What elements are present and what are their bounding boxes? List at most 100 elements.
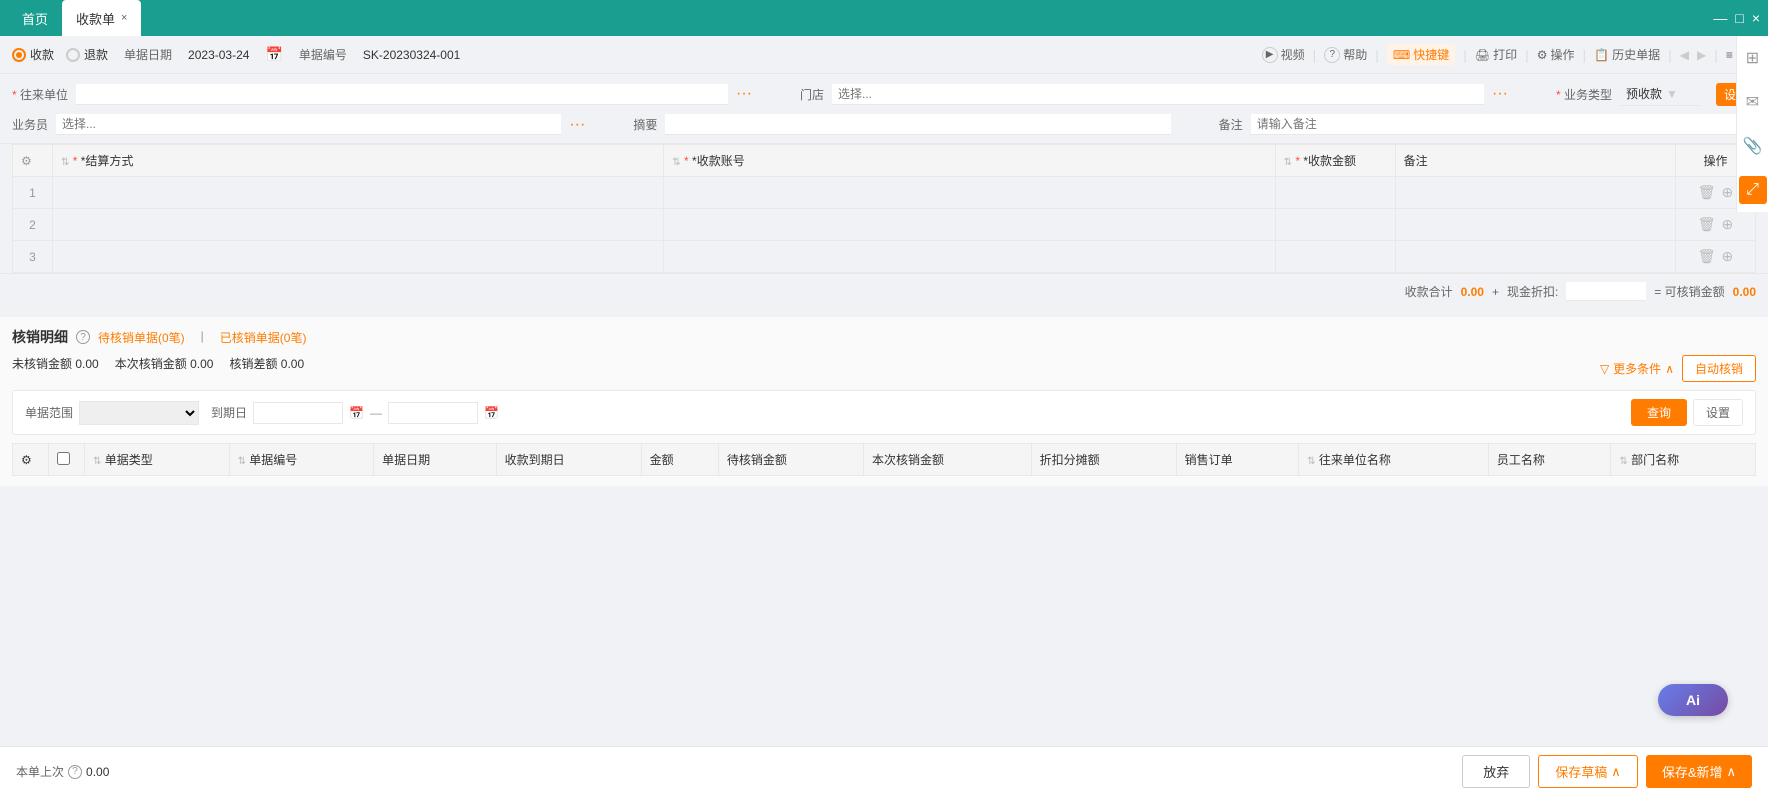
store-dots[interactable]: ··· <box>1492 86 1508 102</box>
more-conditions-btn[interactable]: ▽ 更多条件 ∧ <box>1600 360 1674 377</box>
save-new-btn[interactable]: 保存&新增 ∧ <box>1646 755 1752 788</box>
close-icon[interactable]: × <box>1752 10 1760 26</box>
operation-icon: ⚙ <box>1537 48 1548 62</box>
number-value: SK-20230324-001 <box>363 48 460 62</box>
vth-settings[interactable]: ⚙ <box>13 444 49 476</box>
due-date-field: 到期日 2022-04-01 📅 — 2022-04-12 📅 <box>211 402 499 424</box>
cell-remark-2[interactable] <box>1395 209 1675 241</box>
bottom-actions: 放弃 保存草稿 ∧ 保存&新增 ∧ <box>1462 755 1752 788</box>
staff-dots[interactable]: ··· <box>569 117 585 133</box>
radio-receipt[interactable]: 收款 <box>12 46 54 63</box>
save-draft-arrow[interactable]: ∧ <box>1611 764 1621 780</box>
th-amount: ⇅ * *收款金额 <box>1275 145 1395 177</box>
operation-btn[interactable]: ⚙ 操作 <box>1537 46 1575 63</box>
radio-refund[interactable]: 退款 <box>66 46 108 63</box>
save-draft-btn[interactable]: 保存草稿 ∧ <box>1538 755 1638 788</box>
date-to-input[interactable]: 2022-04-12 <box>388 402 478 424</box>
nav-right-icon[interactable]: ▶ <box>1697 48 1706 62</box>
tab-close-icon[interactable]: × <box>121 12 127 24</box>
cell-settlement-2[interactable] <box>53 209 664 241</box>
copy-icon-2[interactable]: ⊕ <box>1722 216 1734 233</box>
business-type-select[interactable]: 预收款 ▼ <box>1620 82 1700 106</box>
form-row-2: 业务员 ··· 摘要 备注 <box>12 114 1756 135</box>
cell-action-2: 🗑 ⊕ <box>1676 209 1756 241</box>
range-select[interactable] <box>79 401 199 425</box>
cell-amount-2[interactable] <box>1275 209 1395 241</box>
copy-icon-1[interactable]: ⊕ <box>1722 184 1734 201</box>
help-icon: ? <box>1324 47 1340 63</box>
cell-remark-3[interactable] <box>1395 241 1675 273</box>
cell-account-2[interactable] <box>664 209 1275 241</box>
video-btn[interactable]: ▶ 视频 <box>1262 46 1305 63</box>
done-tab[interactable]: 已核销单据(0笔) <box>220 329 307 346</box>
cell-settlement-3[interactable] <box>53 241 664 273</box>
date-to-calendar[interactable]: 📅 <box>484 406 499 420</box>
vth-checkbox[interactable] <box>49 444 85 476</box>
search-settings-btn[interactable]: 设置 <box>1693 399 1743 426</box>
cell-account-1[interactable] <box>664 177 1275 209</box>
minimize-icon[interactable]: — <box>1713 10 1727 26</box>
summary-label: 摘要 <box>633 116 657 133</box>
table-row: 3 🗑 ⊕ <box>13 241 1756 273</box>
cell-account-3[interactable] <box>664 241 1275 273</box>
select-all-checkbox[interactable] <box>57 452 70 465</box>
table-settings-icon[interactable]: ⚙ <box>21 154 32 168</box>
search-row: 单据范围 到期日 2022-04-01 📅 — 2022-04-12 📅 查询 … <box>12 390 1756 435</box>
list-view-icon[interactable]: ≡ <box>1726 48 1733 62</box>
maximize-icon[interactable]: □ <box>1735 10 1743 26</box>
due-label: 到期日 <box>211 404 247 421</box>
history-btn[interactable]: 📋 历史单据 <box>1594 46 1660 63</box>
tab-receipt[interactable]: 收款单 × <box>62 0 141 36</box>
delete-icon-3[interactable]: 🗑 <box>1698 248 1716 265</box>
tab-home[interactable]: 首页 <box>8 0 62 36</box>
pending-tab[interactable]: 待核销单据(0笔) <box>98 329 185 346</box>
store-input[interactable] <box>832 84 1484 105</box>
radio-receipt-label: 收款 <box>30 46 54 63</box>
nav-left-icon[interactable]: ◀ <box>1680 48 1689 62</box>
mail-sidebar-icon[interactable]: ✉ <box>1739 88 1767 116</box>
th-remark: 备注 <box>1395 145 1675 177</box>
counterpart-dots[interactable]: ··· <box>736 86 752 102</box>
cell-amount-3[interactable] <box>1275 241 1395 273</box>
vth-employee: 员工名称 <box>1488 444 1610 476</box>
abandon-btn[interactable]: 放弃 <box>1462 755 1530 788</box>
form-row-1: 往来单位 ··· 门店 ··· 业务类型 预收款 ▼ 设置 <box>12 82 1756 106</box>
bottom-info-icon[interactable]: ? <box>68 765 82 779</box>
counterpart-input[interactable] <box>76 84 728 105</box>
table-sidebar-icon[interactable]: ⊞ <box>1739 44 1767 72</box>
save-new-arrow[interactable]: ∧ <box>1726 764 1736 780</box>
vth-doc-date: 单据日期 <box>374 444 496 476</box>
radio-receipt-dot <box>12 48 26 62</box>
th-settings[interactable]: ⚙ <box>13 145 53 177</box>
shortcut-btn[interactable]: ⌨ 快捷键 <box>1387 44 1455 65</box>
number-label: 单据编号 <box>299 46 347 63</box>
expand-sidebar-icon[interactable]: ⤢ <box>1739 176 1767 204</box>
delete-icon-1[interactable]: 🗑 <box>1698 184 1716 201</box>
date-calendar-icon[interactable]: 📅 <box>265 46 282 63</box>
query-btn[interactable]: 查询 <box>1631 399 1687 426</box>
date-from-calendar[interactable]: 📅 <box>349 406 364 420</box>
summary-input[interactable] <box>665 114 1170 135</box>
discount-input[interactable] <box>1566 282 1646 301</box>
verify-title-row: 核销明细 ? 待核销单据(0笔) | 已核销单据(0笔) <box>12 327 1756 347</box>
copy-icon-3[interactable]: ⊕ <box>1722 248 1734 265</box>
clip-sidebar-icon[interactable]: 📎 <box>1739 132 1767 160</box>
cell-amount-1[interactable] <box>1275 177 1395 209</box>
help-btn[interactable]: ? 帮助 <box>1324 46 1367 63</box>
remark-input[interactable] <box>1251 114 1756 135</box>
auto-cancel-btn[interactable]: 自动核销 <box>1682 355 1756 382</box>
staff-input[interactable] <box>56 114 561 135</box>
date-separator: — <box>370 406 382 420</box>
print-icon: 🖨 <box>1475 48 1490 62</box>
cell-remark-1[interactable] <box>1395 177 1675 209</box>
total-value: 0.00 <box>1461 285 1484 299</box>
verify-info-icon[interactable]: ? <box>76 330 90 344</box>
print-btn[interactable]: 🖨 打印 <box>1475 46 1517 63</box>
vtable-settings-icon[interactable]: ⚙ <box>21 453 32 467</box>
cell-settlement-1[interactable] <box>53 177 664 209</box>
date-from-input[interactable]: 2022-04-01 <box>253 402 343 424</box>
ai-bubble[interactable]: Ai <box>1658 684 1728 716</box>
delete-icon-2[interactable]: 🗑 <box>1698 216 1716 233</box>
vth-discount: 折扣分摊额 <box>1031 444 1176 476</box>
summary-row: 收款合计 0.00 + 现金折扣: = 可核销金额 0.00 <box>0 273 1768 309</box>
